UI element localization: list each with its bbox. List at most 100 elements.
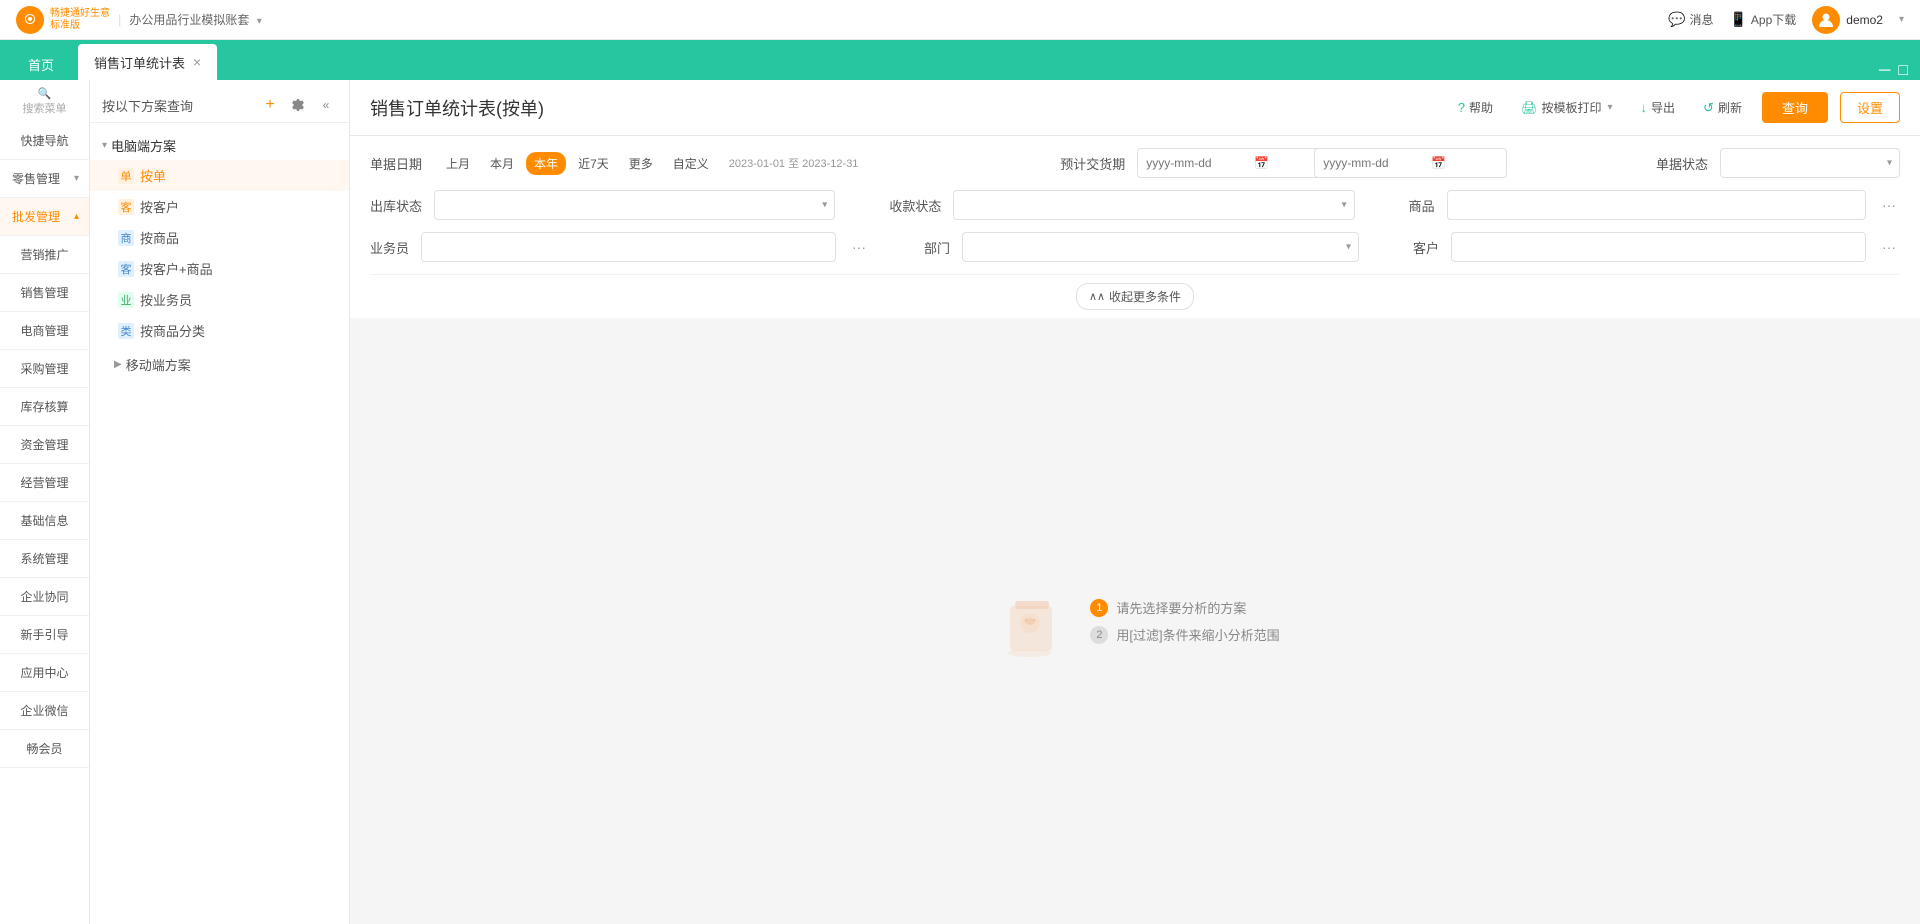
sidebar-item-basic[interactable]: 基础信息 <box>0 502 89 540</box>
date-btn-more[interactable]: 更多 <box>621 152 661 175</box>
sidebar-item-sales[interactable]: 销售管理 <box>0 274 89 312</box>
app-download-btn[interactable]: 📱 App下载 <box>1729 11 1796 28</box>
sidebar-item-inventory[interactable]: 库存核算 <box>0 388 89 426</box>
logo-icon <box>16 6 44 34</box>
page-header: 销售订单统计表(按单) ? 帮助 🖨 按模板打印 ▾ ↓ 导出 <box>350 80 1920 136</box>
sidebar: 🔍 搜索菜单 快捷导航 零售管理 ▾ 批发管理 ▴ 营销推广 销售管理 电商管理… <box>0 80 90 924</box>
sidebar-item-appstore[interactable]: 应用中心 <box>0 654 89 692</box>
date-btn-7days[interactable]: 近7天 <box>570 152 617 175</box>
scheme-by-customer-goods[interactable]: 客 按客户+商品 <box>90 253 349 284</box>
panel-toolbar: 按以下方案查询 + « <box>90 88 349 123</box>
expected-date-start-wrapper: 📅 <box>1137 148 1277 178</box>
scheme-by-goods[interactable]: 商 按商品 <box>90 222 349 253</box>
content-area: 销售订单统计表(按单) ? 帮助 🖨 按模板打印 ▾ ↓ 导出 <box>350 80 1920 924</box>
main-layout: 🔍 搜索菜单 快捷导航 零售管理 ▾ 批发管理 ▴ 营销推广 销售管理 电商管理… <box>0 80 1920 924</box>
goods-input[interactable] <box>1447 190 1866 220</box>
message-btn[interactable]: 💬 消息 <box>1668 11 1713 28</box>
date-buttons: 上月 本月 本年 近7天 更多 自定义 <box>438 152 717 175</box>
sidebar-item-member[interactable]: 畅会员 <box>0 730 89 768</box>
scheme-icon-goods: 商 <box>118 230 134 246</box>
sidebar-search[interactable]: 🔍 搜索菜单 <box>0 80 89 122</box>
payment-select-wrapper <box>953 190 1354 220</box>
sidebar-item-retail[interactable]: 零售管理 ▾ <box>0 160 89 198</box>
date-btn-this-year[interactable]: 本年 <box>526 152 566 175</box>
filter-section: 单据日期 上月 本月 本年 近7天 更多 自定义 2023-01-01 至 20… <box>350 136 1920 318</box>
sidebar-item-enterprise[interactable]: 企业协同 <box>0 578 89 616</box>
status-select[interactable] <box>1720 148 1900 178</box>
collapse-bar: ∧∧ 收起更多条件 <box>370 274 1900 318</box>
filter-row-2: 出库状态 收款状态 商品 ··· <box>370 190 1900 220</box>
sidebar-item-system[interactable]: 系统管理 <box>0 540 89 578</box>
panel-add-btn[interactable]: + <box>259 94 281 116</box>
pc-group: ▾ 电脑端方案 单 按单 客 按客户 商 按商品 客 按客户+商品 业 按业务员 <box>90 127 349 350</box>
tab-maximize-icon[interactable]: □ <box>1898 62 1908 80</box>
dept-select[interactable] <box>962 232 1359 262</box>
page-header-top: 销售订单统计表(按单) ? 帮助 🖨 按模板打印 ▾ ↓ 导出 <box>370 92 1900 123</box>
sidebar-item-wholesale[interactable]: 批发管理 ▴ <box>0 198 89 236</box>
scheme-icon-cat: 类 <box>118 323 134 339</box>
tab-active[interactable]: 销售订单统计表 × <box>78 44 217 80</box>
customer-more-btn[interactable]: ··· <box>1878 239 1900 255</box>
user-dropdown-icon[interactable]: ▾ <box>1899 14 1904 25</box>
help-btn[interactable]: ? 帮助 <box>1450 95 1501 120</box>
sidebar-item-quicknav[interactable]: 快捷导航 <box>0 122 89 160</box>
date-btn-this-month[interactable]: 本月 <box>482 152 522 175</box>
customer-input[interactable] <box>1451 232 1866 262</box>
export-btn[interactable]: ↓ 导出 <box>1633 95 1684 120</box>
salesperson-input[interactable] <box>421 232 836 262</box>
date-btn-last-month[interactable]: 上月 <box>438 152 478 175</box>
sidebar-item-ecommerce[interactable]: 电商管理 <box>0 312 89 350</box>
sidebar-item-operations[interactable]: 经营管理 <box>0 464 89 502</box>
page-title: 销售订单统计表(按单) <box>370 95 544 121</box>
logo-text: 畅捷通好生意 标准版 <box>50 8 110 32</box>
goods-more-btn[interactable]: ··· <box>1878 197 1900 213</box>
expected-date-end[interactable] <box>1314 148 1507 178</box>
scheme-by-order[interactable]: 单 按单 <box>90 160 349 191</box>
scheme-icon-order: 单 <box>118 168 134 184</box>
empty-state: 1 请先选择要分析的方案 2 用[过滤]条件来缩小分析范围 <box>350 318 1920 924</box>
delivery-select-wrapper <box>434 190 835 220</box>
logo-area: 畅捷通好生意 标准版 <box>16 6 110 34</box>
scheme-by-customer[interactable]: 客 按客户 <box>90 191 349 222</box>
sidebar-item-marketing[interactable]: 营销推广 <box>0 236 89 274</box>
status-select-wrapper <box>1720 148 1900 178</box>
payment-select[interactable] <box>953 190 1354 220</box>
mobile-group-header[interactable]: ▶ 移动端方案 <box>90 350 349 379</box>
dept-select-wrapper <box>962 232 1359 262</box>
tab-bar-right: ─ □ <box>1879 62 1920 80</box>
user-avatar <box>1812 6 1840 34</box>
filter-row-1: 单据日期 上月 本月 本年 近7天 更多 自定义 2023-01-01 至 20… <box>370 148 1900 178</box>
tab-close-icon[interactable]: × <box>193 54 201 70</box>
panel-collapse-btn[interactable]: « <box>315 94 337 116</box>
settings-btn-header[interactable]: 设置 <box>1840 92 1900 123</box>
top-bar-left: 畅捷通好生意 标准版 | 办公用品行业模拟账套 ▾ <box>16 6 262 34</box>
delivery-select[interactable] <box>434 190 835 220</box>
scheme-icon-customer: 客 <box>118 199 134 215</box>
tab-bar: 首页 销售订单统计表 × ─ □ <box>0 40 1920 80</box>
query-btn[interactable]: 查询 <box>1762 92 1828 123</box>
expected-date-start[interactable] <box>1137 148 1330 178</box>
date-btn-custom[interactable]: 自定义 <box>665 152 717 175</box>
salesperson-more-btn[interactable]: ··· <box>848 239 870 255</box>
header-actions: ? 帮助 🖨 按模板打印 ▾ ↓ 导出 ↺ 刷新 <box>1450 92 1900 123</box>
user-menu[interactable]: demo2 <box>1812 6 1883 34</box>
expected-date-end-wrapper: 📅 <box>1314 148 1454 178</box>
pc-group-header[interactable]: ▾ 电脑端方案 <box>90 131 349 160</box>
sidebar-item-finance[interactable]: 资金管理 <box>0 426 89 464</box>
left-panel: 按以下方案查询 + « ▾ 电脑端方案 单 按单 客 按客户 商 按商品 <box>90 80 350 924</box>
sidebar-item-wechat[interactable]: 企业微信 <box>0 692 89 730</box>
filter-row-3: 业务员 ··· 部门 客户 ··· <box>370 232 1900 262</box>
top-bar-right: 💬 消息 📱 App下载 demo2 ▾ <box>1668 6 1904 34</box>
empty-tip-1: 1 请先选择要分析的方案 <box>1090 598 1279 617</box>
scheme-by-salesperson[interactable]: 业 按业务员 <box>90 284 349 315</box>
print-btn[interactable]: 🖨 按模板打印 ▾ <box>1513 95 1621 120</box>
panel-settings-btn[interactable] <box>287 94 309 116</box>
top-bar: 畅捷通好生意 标准版 | 办公用品行业模拟账套 ▾ 💬 消息 📱 App下载 d… <box>0 0 1920 40</box>
collapse-btn[interactable]: ∧∧ 收起更多条件 <box>1076 283 1194 310</box>
sidebar-item-purchase[interactable]: 采购管理 <box>0 350 89 388</box>
refresh-btn[interactable]: ↺ 刷新 <box>1695 95 1750 120</box>
sidebar-item-newbie[interactable]: 新手引导 <box>0 616 89 654</box>
tab-minimize-icon[interactable]: ─ <box>1879 62 1890 80</box>
scheme-by-category[interactable]: 类 按商品分类 <box>90 315 349 346</box>
tab-home[interactable]: 首页 <box>8 48 74 80</box>
